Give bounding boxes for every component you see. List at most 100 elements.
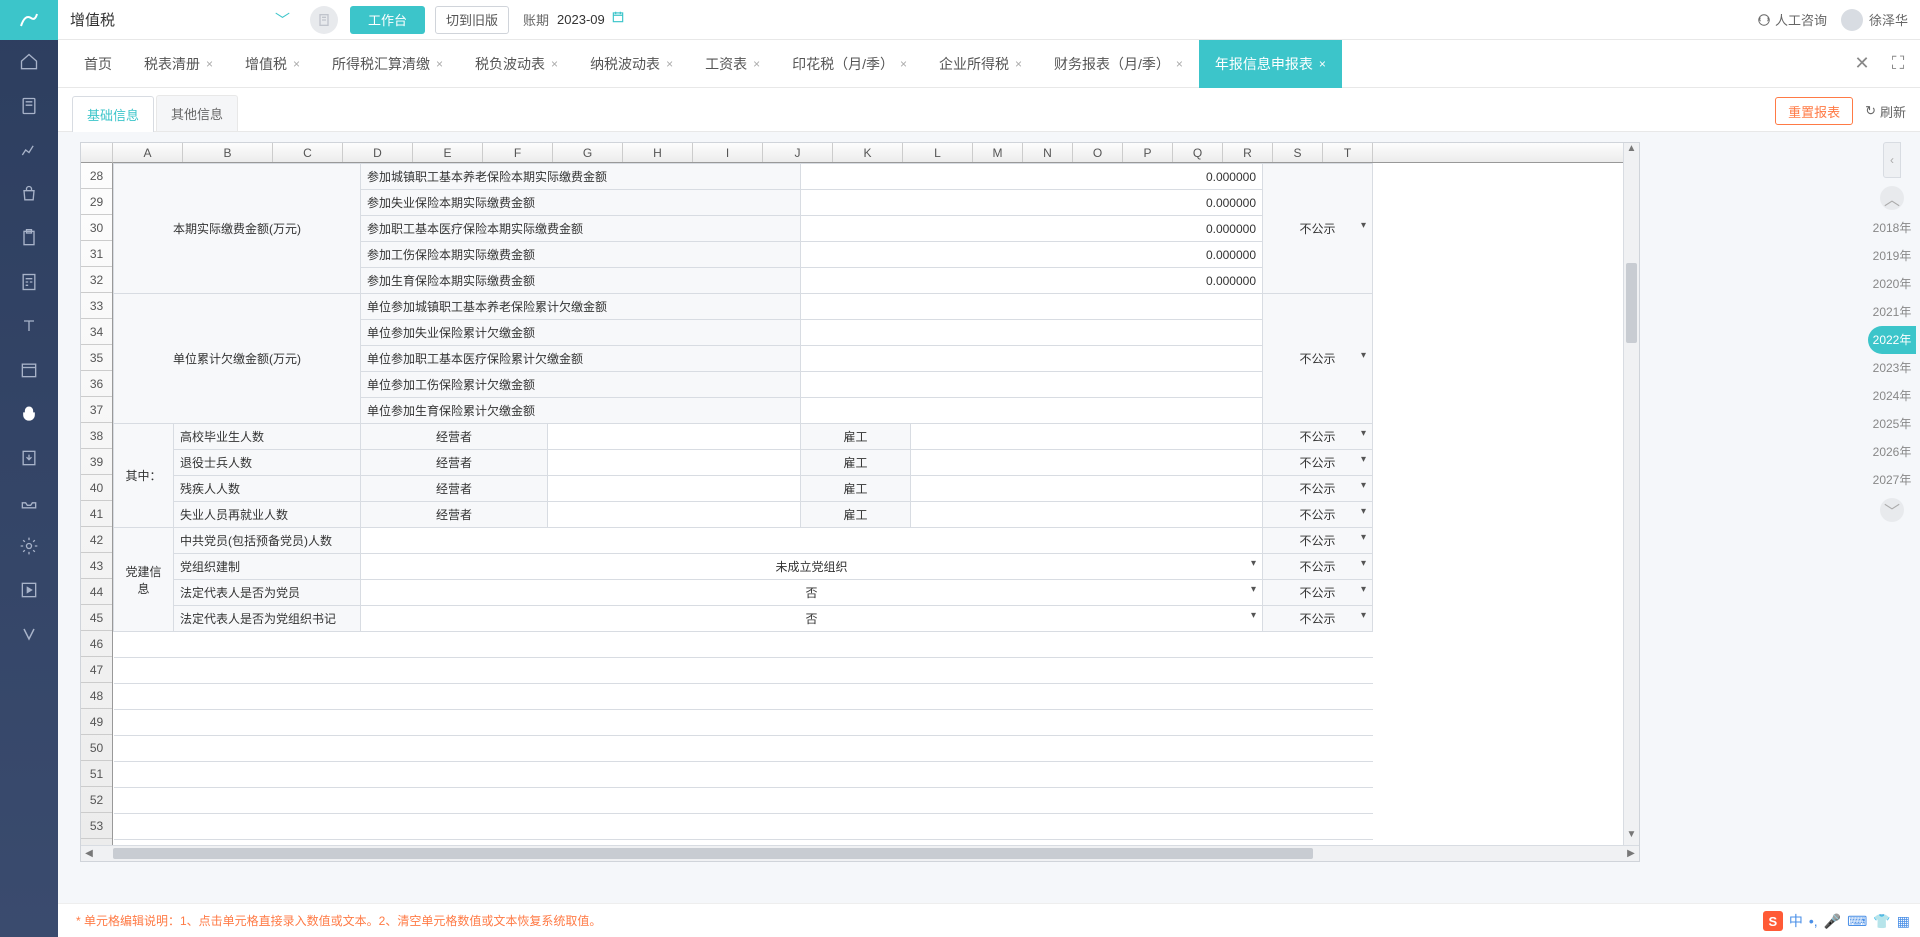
tab-3[interactable]: 所得税汇算清缴× bbox=[316, 40, 459, 88]
row-header[interactable]: 31 bbox=[81, 241, 112, 267]
tab-5[interactable]: 纳税波动表× bbox=[574, 40, 689, 88]
tab-10[interactable]: 年报信息申报表× bbox=[1199, 40, 1342, 88]
subtab-other[interactable]: 其他信息 bbox=[156, 95, 238, 131]
user-menu[interactable]: 徐泽华 bbox=[1841, 9, 1908, 31]
col-header[interactable]: H bbox=[623, 143, 693, 162]
empty-row[interactable] bbox=[114, 736, 1373, 762]
row-header[interactable]: 51 bbox=[81, 761, 112, 787]
nav-export-icon[interactable] bbox=[0, 436, 58, 480]
tab-close-icon[interactable]: × bbox=[551, 57, 558, 71]
period-value[interactable]: 2023-09 bbox=[557, 12, 605, 27]
nav-play-icon[interactable] bbox=[0, 568, 58, 612]
row-header[interactable]: 53 bbox=[81, 813, 112, 839]
tab-close-icon[interactable]: × bbox=[1015, 57, 1022, 71]
cell-public-dd[interactable]: 不公示 bbox=[1263, 580, 1373, 606]
col-header[interactable]: L bbox=[903, 143, 973, 162]
cell-public-dd[interactable]: 不公示 bbox=[1263, 476, 1373, 502]
vertical-scrollbar[interactable]: ▲ ▼ bbox=[1623, 143, 1639, 845]
year-item[interactable]: 2021年 bbox=[1868, 298, 1916, 326]
empty-row[interactable] bbox=[114, 788, 1373, 814]
cell-value[interactable] bbox=[911, 476, 1263, 502]
empty-row[interactable] bbox=[114, 762, 1373, 788]
tab-7[interactable]: 印花税（月/季）× bbox=[776, 40, 923, 88]
col-header[interactable]: A bbox=[113, 143, 183, 162]
ime-mic-icon[interactable]: 🎤 bbox=[1824, 913, 1841, 930]
col-header[interactable]: N bbox=[1023, 143, 1073, 162]
col-header[interactable]: Q bbox=[1173, 143, 1223, 162]
scroll-right-icon[interactable]: ▶ bbox=[1623, 846, 1639, 861]
ime-skin-icon[interactable]: 👕 bbox=[1873, 913, 1890, 930]
grid-body[interactable]: 本期实际缴费金额(万元)参加城镇职工基本养老保险本期实际缴费金额0.000000… bbox=[113, 163, 1623, 845]
row-header[interactable]: 32 bbox=[81, 267, 112, 293]
cell-value[interactable]: 0.000000 bbox=[801, 242, 1263, 268]
cell-dropdown[interactable]: 否 bbox=[361, 606, 1263, 632]
tab-close-icon[interactable]: × bbox=[436, 57, 443, 71]
row-header[interactable]: 41 bbox=[81, 501, 112, 527]
col-header[interactable]: R bbox=[1223, 143, 1273, 162]
cell-value[interactable] bbox=[801, 320, 1263, 346]
cell-value[interactable] bbox=[801, 346, 1263, 372]
reset-report-button[interactable]: 重置报表 bbox=[1775, 97, 1853, 125]
tab-close-icon[interactable]: × bbox=[1319, 57, 1326, 71]
tab-close-icon[interactable]: × bbox=[666, 57, 673, 71]
cell-public-dd[interactable]: 不公示 bbox=[1263, 606, 1373, 632]
subtab-basic[interactable]: 基础信息 bbox=[72, 96, 154, 132]
col-header[interactable]: S bbox=[1273, 143, 1323, 162]
row-header[interactable]: 50 bbox=[81, 735, 112, 761]
tab-close-icon[interactable]: × bbox=[1176, 57, 1183, 71]
cell-public-dd[interactable]: 不公示 bbox=[1263, 424, 1373, 450]
year-next-icon[interactable]: ﹀ bbox=[1880, 498, 1904, 522]
ime-toolbox-icon[interactable]: ▦ bbox=[1897, 913, 1910, 930]
calendar-icon[interactable] bbox=[611, 10, 625, 29]
cell-dropdown[interactable]: 未成立党组织 bbox=[361, 554, 1263, 580]
col-header[interactable]: J bbox=[763, 143, 833, 162]
col-header[interactable]: G bbox=[553, 143, 623, 162]
row-header[interactable]: 28 bbox=[81, 163, 112, 189]
col-header[interactable]: K bbox=[833, 143, 903, 162]
col-header[interactable]: M bbox=[973, 143, 1023, 162]
tab-1[interactable]: 税表清册× bbox=[128, 40, 229, 88]
row-header[interactable]: 47 bbox=[81, 657, 112, 683]
cell-value[interactable] bbox=[548, 450, 801, 476]
cell-value[interactable]: 0.000000 bbox=[801, 216, 1263, 242]
ime-badge[interactable]: S bbox=[1763, 911, 1783, 931]
cell-value[interactable] bbox=[548, 424, 801, 450]
empty-row[interactable] bbox=[114, 632, 1373, 658]
workspace-button[interactable]: 工作台 bbox=[350, 6, 425, 34]
nav-chart-icon[interactable] bbox=[0, 128, 58, 172]
row-header[interactable]: 52 bbox=[81, 787, 112, 813]
col-header[interactable]: P bbox=[1123, 143, 1173, 162]
sheet-corner[interactable] bbox=[81, 143, 113, 163]
hscroll-thumb[interactable] bbox=[113, 848, 1313, 859]
tab-8[interactable]: 企业所得税× bbox=[923, 40, 1038, 88]
year-item[interactable]: 2020年 bbox=[1868, 270, 1916, 298]
row-header[interactable]: 37 bbox=[81, 397, 112, 423]
row-header[interactable]: 34 bbox=[81, 319, 112, 345]
empty-row[interactable] bbox=[114, 684, 1373, 710]
row-header[interactable]: 36 bbox=[81, 371, 112, 397]
cell-dropdown[interactable]: 否 bbox=[361, 580, 1263, 606]
tab-close-icon[interactable]: × bbox=[753, 57, 760, 71]
header-circle-icon[interactable] bbox=[310, 6, 338, 34]
cell-value[interactable] bbox=[911, 424, 1263, 450]
row-header[interactable]: 35 bbox=[81, 345, 112, 371]
cell-value[interactable] bbox=[361, 528, 1263, 554]
switch-old-button[interactable]: 切到旧版 bbox=[435, 6, 509, 34]
empty-row[interactable] bbox=[114, 710, 1373, 736]
tab-close-icon[interactable]: × bbox=[900, 57, 907, 71]
col-header[interactable]: F bbox=[483, 143, 553, 162]
nav-settings-icon[interactable] bbox=[0, 524, 58, 568]
col-header[interactable]: B bbox=[183, 143, 273, 162]
consult-link[interactable]: 人工咨询 bbox=[1757, 10, 1827, 29]
year-item[interactable]: 2023年 bbox=[1868, 354, 1916, 382]
tab-0[interactable]: 首页 bbox=[68, 40, 128, 88]
row-header[interactable]: 49 bbox=[81, 709, 112, 735]
cell-value[interactable] bbox=[911, 450, 1263, 476]
tabs-close-all-icon[interactable]: ✕ bbox=[1848, 50, 1876, 78]
vscroll-thumb[interactable] bbox=[1626, 263, 1637, 343]
col-header[interactable]: E bbox=[413, 143, 483, 162]
nav-tax-icon[interactable] bbox=[0, 392, 58, 436]
nav-bag-icon[interactable] bbox=[0, 172, 58, 216]
cell-value[interactable]: 0.000000 bbox=[801, 164, 1263, 190]
cell-value[interactable]: 0.000000 bbox=[801, 190, 1263, 216]
